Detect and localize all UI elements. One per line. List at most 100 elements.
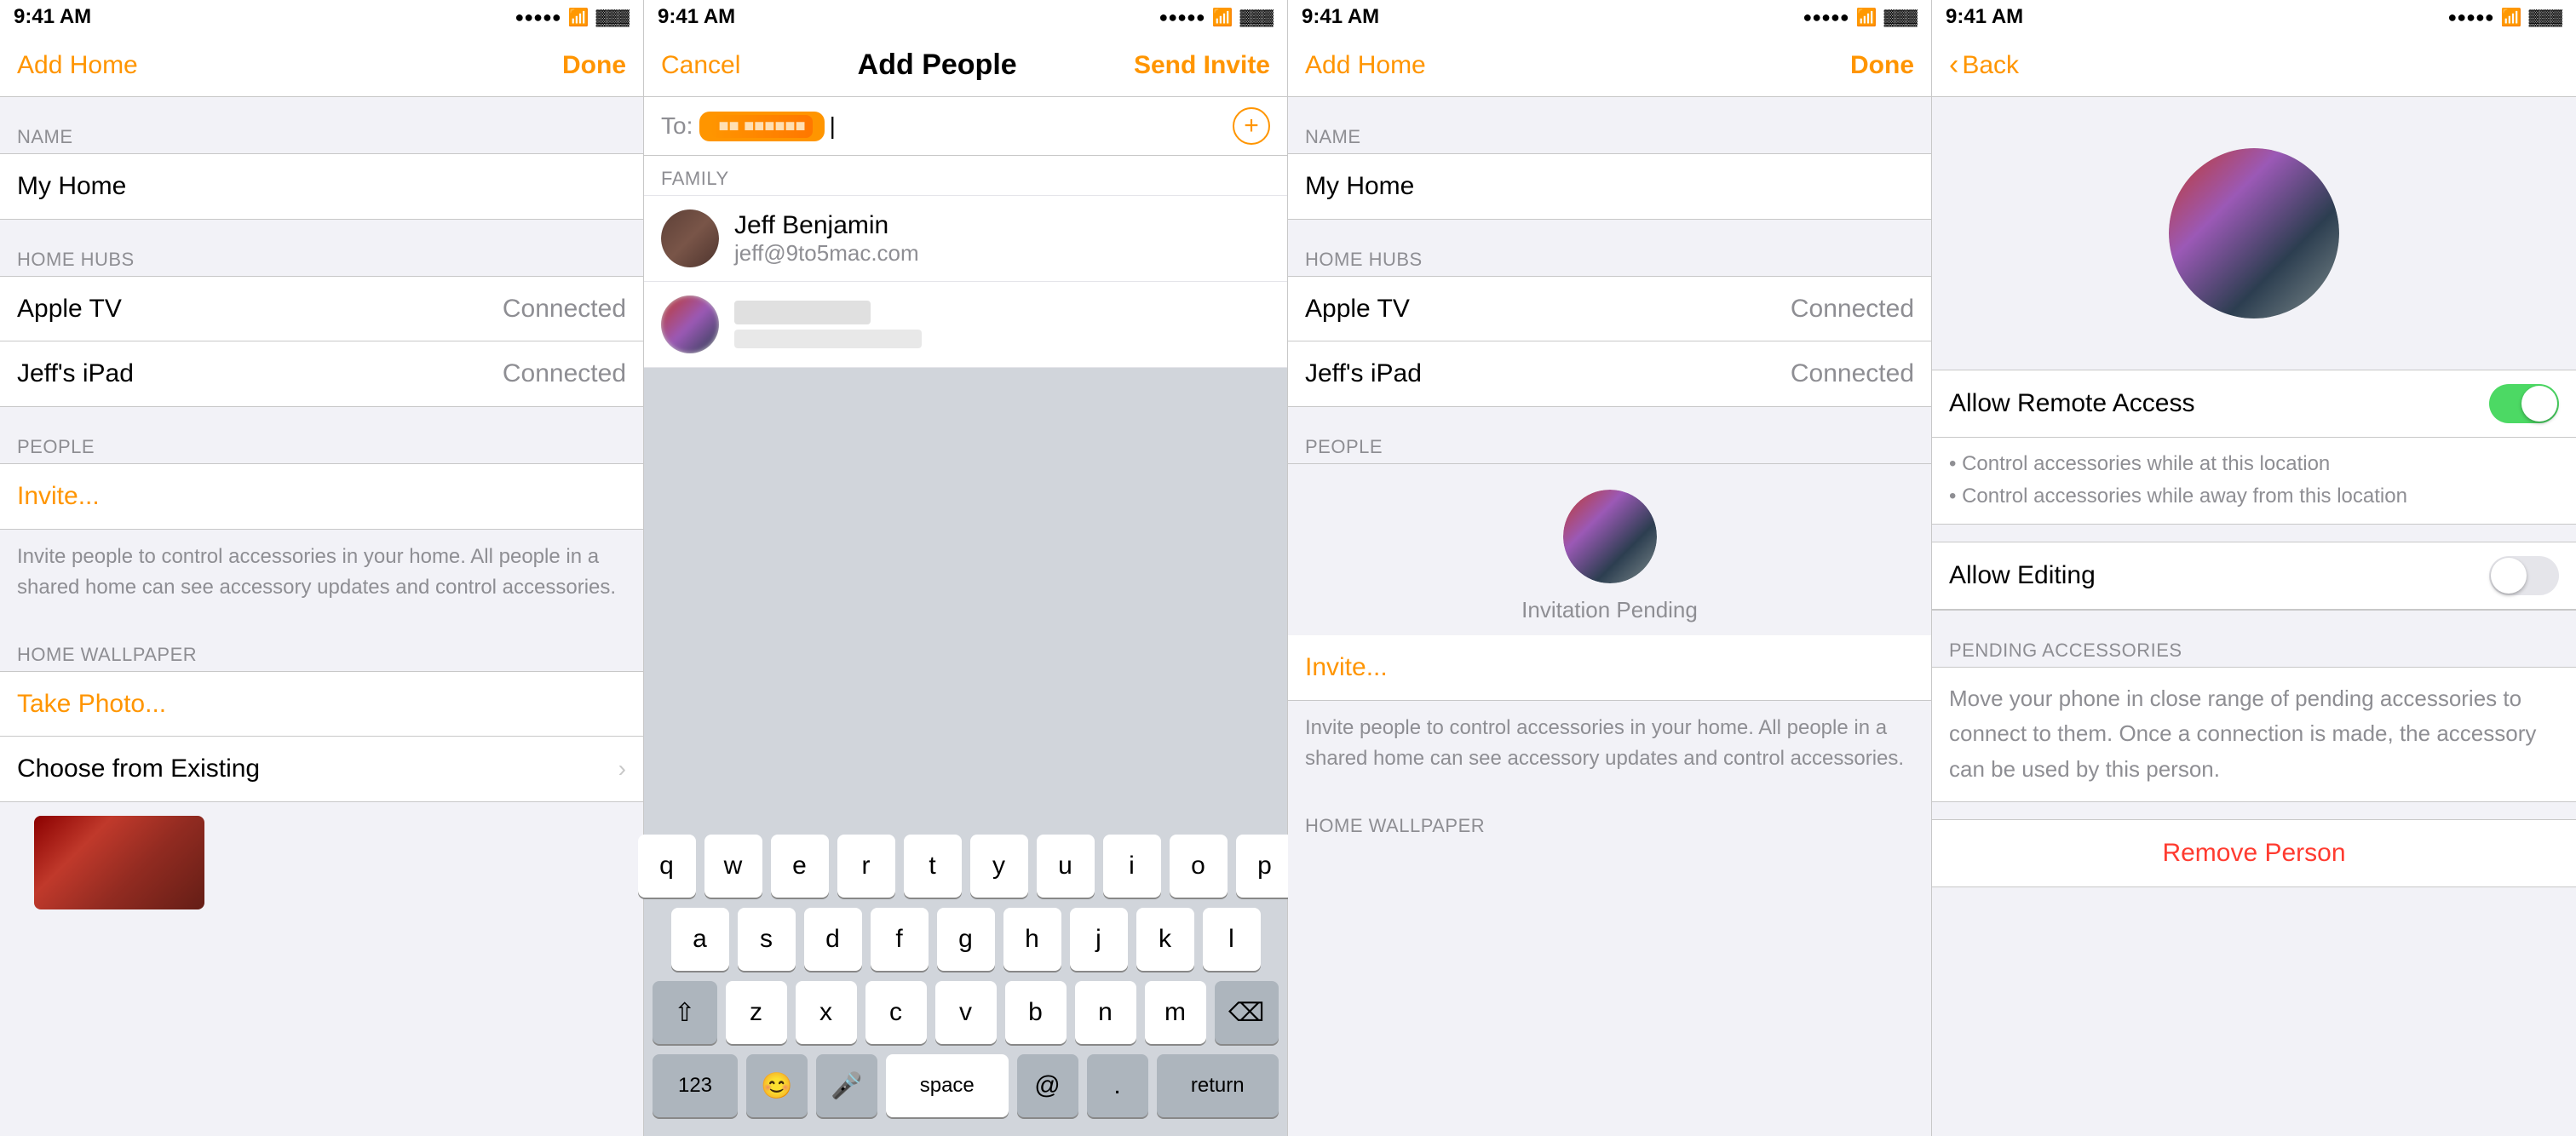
remote-access-toggle[interactable] [2489,384,2559,423]
key-shift[interactable]: ⇧ [653,981,717,1044]
apple-tv-row-3: Apple TV Connected [1288,277,1931,341]
key-d[interactable]: d [804,908,862,971]
invite-button-3[interactable]: Invite... [1305,653,1388,682]
key-g[interactable]: g [937,908,995,971]
time-4: 9:41 AM [1946,5,2023,29]
key-m[interactable]: m [1145,981,1206,1044]
remote-access-bullets: • Control accessories while at this loca… [1932,438,2576,524]
key-123[interactable]: 123 [653,1054,738,1117]
keyboard[interactable]: q w e r t y u i o p a s d f g h j k l ⇧ … [644,823,1287,1136]
to-chip: ■■ ■■■■■■ [699,112,824,141]
my-home-row-3[interactable]: My Home [1288,154,1931,219]
remove-person-row[interactable]: Remove Person [1932,820,2576,886]
key-r[interactable]: r [837,835,895,898]
status-icons-1: ●●●●● 📶 ▓▓▓ [515,7,630,28]
key-y[interactable]: y [970,835,1028,898]
add-contact-button[interactable]: + [1233,107,1270,145]
key-emoji[interactable]: 😊 [746,1054,808,1117]
jeffs-ipad-row-1: Jeff's iPad Connected [0,341,643,406]
key-period[interactable]: . [1087,1054,1148,1117]
panel-add-home: 9:41 AM ●●●●● 📶 ▓▓▓ Add Home Done NAME M… [0,0,644,1136]
add-home-button-3[interactable]: Add Home [1305,51,1426,80]
to-input[interactable]: ■■ ■■■■■■ | [699,112,1233,141]
key-delete[interactable]: ⌫ [1215,981,1279,1044]
key-at[interactable]: @ [1017,1054,1078,1117]
key-mic[interactable]: 🎤 [816,1054,877,1117]
cursor: | [830,112,836,140]
key-e[interactable]: e [771,835,829,898]
key-x[interactable]: x [796,981,857,1044]
person-avatar-3[interactable] [1563,490,1657,583]
status-bar-3: 9:41 AM ●●●●● 📶 ▓▓▓ [1288,0,1931,34]
apple-tv-row-1: Apple TV Connected [0,277,643,341]
key-s[interactable]: s [738,908,796,971]
key-k[interactable]: k [1136,908,1194,971]
back-button[interactable]: ‹ Back [1949,49,2019,82]
time-2: 9:41 AM [658,5,735,29]
nav-title-2: Add People [858,49,1017,82]
person-large-avatar[interactable] [2169,148,2339,318]
done-button-3[interactable]: Done [1850,51,1914,80]
status-bar-1: 9:41 AM ●●●●● 📶 ▓▓▓ [0,0,643,34]
section-header-hubs-1: HOME HUBS [0,237,643,276]
key-j[interactable]: j [1070,908,1128,971]
allow-editing-toggle[interactable] [2489,556,2559,595]
key-w[interactable]: w [704,835,762,898]
key-l[interactable]: l [1203,908,1261,971]
toggle-thumb-editing [2491,558,2527,594]
add-home-button-1[interactable]: Add Home [17,51,138,80]
invite-row-3[interactable]: Invite... [1288,635,1931,700]
contact-blurred[interactable] [644,282,1287,368]
key-v[interactable]: v [935,981,997,1044]
nav-bar-1: Add Home Done [0,34,643,97]
key-z[interactable]: z [726,981,787,1044]
remote-access-row[interactable]: Allow Remote Access [1932,370,2576,438]
status-icons-4: ●●●●● 📶 ▓▓▓ [2447,7,2562,28]
key-a[interactable]: a [671,908,729,971]
key-n[interactable]: n [1075,981,1136,1044]
wifi-icon-3: 📶 [1856,7,1877,28]
done-button-1[interactable]: Done [562,51,626,80]
key-q[interactable]: q [638,835,696,898]
key-b[interactable]: b [1005,981,1067,1044]
cancel-button[interactable]: Cancel [661,51,740,80]
pending-description: Move your phone in close range of pendin… [1932,668,2576,801]
key-p[interactable]: p [1236,835,1294,898]
send-invite-button[interactable]: Send Invite [1134,51,1270,80]
content-1: NAME My Home HOME HUBS Apple TV Connecte… [0,97,643,1136]
choose-existing-row-1[interactable]: Choose from Existing › [0,737,643,801]
key-u[interactable]: u [1037,835,1095,898]
jeff-avatar [661,209,719,267]
toggle-thumb-remote [2521,386,2557,422]
section-header-people-3: PEOPLE [1288,424,1931,463]
to-field[interactable]: To: ■■ ■■■■■■ | + [644,97,1287,156]
contact-jeff[interactable]: Jeff Benjamin jeff@9to5mac.com [644,196,1287,282]
time-1: 9:41 AM [14,5,91,29]
remote-access-section: Allow Remote Access • Control accessorie… [1932,370,2576,525]
key-i[interactable]: i [1103,835,1161,898]
remote-access-label: Allow Remote Access [1949,389,2489,418]
invite-row-1[interactable]: Invite... [0,464,643,529]
status-bar-4: 9:41 AM ●●●●● 📶 ▓▓▓ [1932,0,2576,34]
status-icons-3: ●●●●● 📶 ▓▓▓ [1803,7,1918,28]
remove-person-button[interactable]: Remove Person [1949,820,2559,886]
back-label: Back [1962,51,2019,80]
invite-button-1[interactable]: Invite... [17,482,100,511]
allow-editing-row[interactable]: Allow Editing [1932,542,2576,610]
key-t[interactable]: t [904,835,962,898]
section-header-hubs-3: HOME HUBS [1288,237,1931,276]
key-space[interactable]: space [886,1054,1009,1117]
key-h[interactable]: h [1003,908,1061,971]
key-c[interactable]: c [865,981,927,1044]
apple-tv-label-3: Apple TV [1305,295,1791,324]
people-description-1: Invite people to control accessories in … [0,530,643,615]
time-3: 9:41 AM [1302,5,1379,29]
key-f[interactable]: f [871,908,929,971]
person-card[interactable]: Invitation Pending [1288,464,1931,635]
take-photo-row-1[interactable]: Take Photo... [0,672,643,737]
wallpaper-thumbnail-1[interactable] [34,816,204,909]
key-return[interactable]: return [1157,1054,1279,1117]
my-home-row-1[interactable]: My Home [0,154,643,219]
key-o[interactable]: o [1170,835,1228,898]
people-description-3: Invite people to control accessories in … [1288,701,1931,786]
